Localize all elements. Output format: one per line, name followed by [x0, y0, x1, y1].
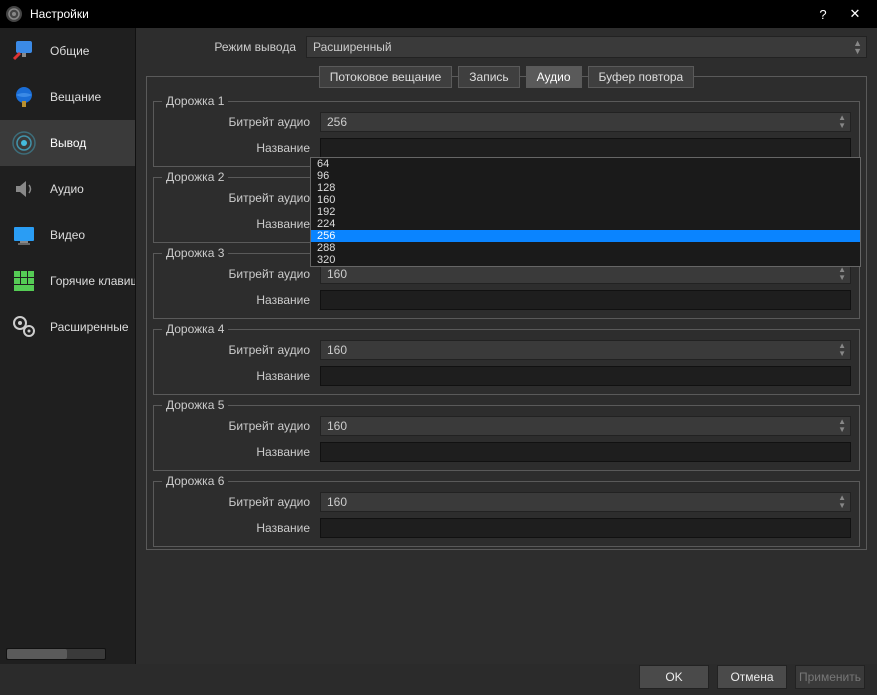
bitrate-dropdown[interactable]: 6496128160192224256288320 [310, 157, 861, 267]
name-label: Название [162, 369, 320, 383]
bitrate-input-4[interactable]: 160▲▼ [320, 340, 851, 360]
dropdown-option[interactable]: 96 [311, 170, 860, 182]
sidebar-item-stream[interactable]: Вещание [0, 74, 135, 120]
track-legend: Дорожка 6 [162, 474, 228, 488]
sidebar-item-label: Общие [50, 44, 89, 58]
sidebar-item-label: Расширенные [50, 320, 129, 334]
spinner-arrows-icon: ▲▼ [838, 342, 846, 358]
track-group-6: Дорожка 6 Битрейт аудио 160▲▼ Название [153, 481, 860, 547]
spinner-arrows-icon: ▲▼ [838, 494, 846, 510]
output-tab-container: Потоковое вещание Запись Аудио Буфер пов… [146, 76, 867, 550]
name-label: Название [162, 445, 320, 459]
advanced-icon [8, 311, 40, 343]
output-mode-label: Режим вывода [146, 40, 306, 54]
sidebar-item-hotkeys[interactable]: Горячие клавиши [0, 258, 135, 304]
tab-replay-buffer[interactable]: Буфер повтора [588, 66, 695, 88]
name-label: Название [162, 293, 320, 307]
name-label: Название [162, 521, 320, 535]
sidebar-item-general[interactable]: Общие [0, 28, 135, 74]
tab-audio[interactable]: Аудио [526, 66, 582, 88]
ok-button[interactable]: OK [639, 665, 709, 689]
track-legend: Дорожка 3 [162, 246, 228, 260]
sidebar-item-video[interactable]: Видео [0, 212, 135, 258]
main-panel: Режим вывода Расширенный ▲▼ Потоковое ве… [136, 28, 877, 664]
bitrate-input-6[interactable]: 160▲▼ [320, 492, 851, 512]
output-icon [8, 127, 40, 159]
close-button[interactable]: ✕ [839, 6, 871, 22]
titlebar: Настройки ? ✕ [0, 0, 877, 28]
dropdown-option[interactable]: 128 [311, 182, 860, 194]
track-group-4: Дорожка 4 Битрейт аудио 160▲▼ Название [153, 329, 860, 395]
sidebar-item-label: Горячие клавиши [50, 274, 136, 288]
spinner-arrows-icon: ▲▼ [838, 266, 846, 282]
tab-recording[interactable]: Запись [458, 66, 519, 88]
dropdown-option[interactable]: 224 [311, 218, 860, 230]
bitrate-label: Битрейт аудио [162, 115, 320, 129]
name-input-3[interactable] [320, 290, 851, 310]
bitrate-input-5[interactable]: 160▲▼ [320, 416, 851, 436]
general-icon [8, 35, 40, 67]
bitrate-label: Битрейт аудио [162, 495, 320, 509]
track-legend: Дорожка 1 [162, 94, 228, 108]
sidebar-scrollbar[interactable] [6, 648, 106, 660]
dropdown-option[interactable]: 320 [311, 254, 860, 266]
name-label: Название [162, 141, 320, 155]
spinner-arrows-icon: ▲▼ [838, 418, 846, 434]
stream-icon [8, 81, 40, 113]
track-legend: Дорожка 4 [162, 322, 228, 336]
track-legend: Дорожка 2 [162, 170, 228, 184]
bitrate-label: Битрейт аудио [162, 419, 320, 433]
sidebar-item-label: Вывод [50, 136, 86, 150]
name-input-1[interactable] [320, 138, 851, 158]
bitrate-input-3[interactable]: 160▲▼ [320, 264, 851, 284]
sidebar-item-audio[interactable]: Аудио [0, 166, 135, 212]
audio-icon [8, 173, 40, 205]
dropdown-option[interactable]: 256 [311, 230, 860, 242]
sidebar-item-label: Вещание [50, 90, 101, 104]
name-input-4[interactable] [320, 366, 851, 386]
bitrate-label: Битрейт аудио [162, 343, 320, 357]
name-label: Название [162, 217, 320, 231]
sidebar-item-advanced[interactable]: Расширенные [0, 304, 135, 350]
sidebar-item-label: Аудио [50, 182, 84, 196]
apply-button[interactable]: Применить [795, 665, 865, 689]
help-button[interactable]: ? [807, 7, 839, 22]
bitrate-input-1[interactable]: 256▲▼ [320, 112, 851, 132]
track-group-5: Дорожка 5 Битрейт аудио 160▲▼ Название [153, 405, 860, 471]
dropdown-option[interactable]: 160 [311, 194, 860, 206]
track-legend: Дорожка 5 [162, 398, 228, 412]
bitrate-label: Битрейт аудио [162, 191, 320, 205]
sidebar-item-label: Видео [50, 228, 85, 242]
tab-streaming[interactable]: Потоковое вещание [319, 66, 453, 88]
output-mode-value: Расширенный [313, 40, 392, 54]
video-icon [8, 219, 40, 251]
dropdown-option[interactable]: 192 [311, 206, 860, 218]
name-input-6[interactable] [320, 518, 851, 538]
spinner-arrows-icon: ▲▼ [838, 114, 846, 130]
sidebar-item-output[interactable]: Вывод [0, 120, 135, 166]
dropdown-option[interactable]: 288 [311, 242, 860, 254]
window-title: Настройки [30, 7, 807, 21]
output-mode-select[interactable]: Расширенный ▲▼ [306, 36, 867, 58]
hotkeys-icon [8, 265, 40, 297]
name-input-5[interactable] [320, 442, 851, 462]
spinner-arrows-icon: ▲▼ [853, 39, 862, 55]
sidebar: Общие Вещание Вывод Аудио Видео Горячие … [0, 28, 136, 664]
app-icon [6, 6, 22, 22]
bitrate-label: Битрейт аудио [162, 267, 320, 281]
dropdown-option[interactable]: 64 [311, 158, 860, 170]
cancel-button[interactable]: Отмена [717, 665, 787, 689]
